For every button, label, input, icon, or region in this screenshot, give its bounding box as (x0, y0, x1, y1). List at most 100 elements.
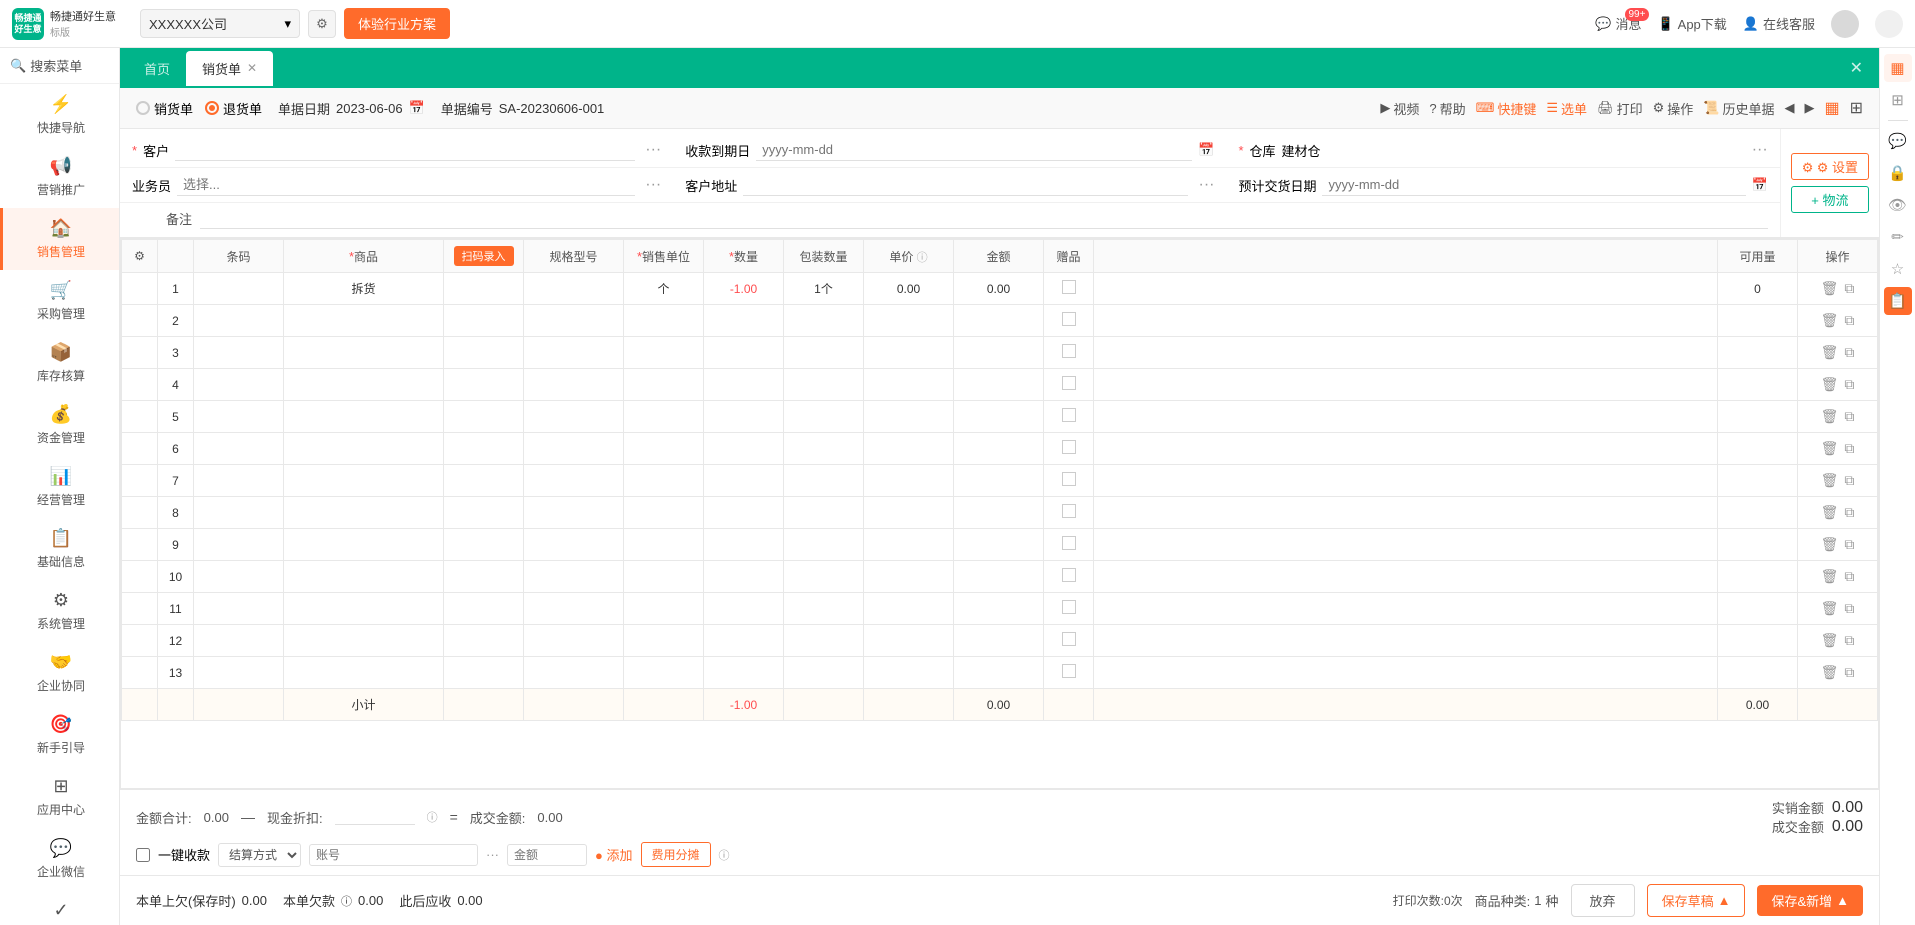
right-panel-action-icon[interactable]: 📋 (1884, 287, 1912, 315)
cell-qty-1[interactable]: -1.00 (704, 273, 784, 305)
cell-spec-1[interactable] (524, 273, 624, 305)
save-draft-button[interactable]: 保存草稿 ▲ (1647, 884, 1746, 917)
cell-product-1[interactable]: 拆货 (284, 273, 444, 305)
sidebar-item-apps[interactable]: ⊞ 应用中心 (0, 766, 119, 828)
account-input[interactable] (309, 844, 478, 866)
app-download-button[interactable]: 📱 App下载 (1657, 14, 1726, 33)
toolbar-list-icon[interactable]: ⊞ (1850, 98, 1863, 118)
toolbar-shortcut-btn[interactable]: ⌨ 快捷键 (1476, 99, 1537, 118)
price-info-icon[interactable]: ⓘ (917, 252, 928, 264)
copy-icon[interactable]: ⧉ (1844, 312, 1854, 329)
customer-addr-input[interactable] (743, 174, 1188, 196)
toolbar-grid-icon[interactable]: ▦ (1824, 98, 1839, 118)
copy-icon[interactable]: ⧉ (1844, 440, 1854, 457)
delete-icon[interactable]: 🗑 (1821, 312, 1839, 329)
one-click-payment-checkbox[interactable] (136, 848, 150, 862)
radio-return-order[interactable]: 退货单 (205, 99, 262, 118)
copy-icon-1[interactable]: ⧉ (1844, 280, 1854, 297)
sidebar-item-member[interactable]: ✓ 畅会员 (0, 890, 119, 925)
cash-discount-input[interactable] (335, 809, 415, 825)
gift-checkbox[interactable] (1062, 504, 1076, 518)
sidebar-item-guide[interactable]: 🎯 新手引导 (0, 704, 119, 766)
sidebar-item-enterprise[interactable]: 🤝 企业协同 (0, 642, 119, 704)
tab-sales-close[interactable]: ✕ (247, 61, 257, 75)
user-avatar-extra[interactable] (1875, 10, 1903, 38)
customer-more-icon[interactable]: ··· (645, 141, 661, 159)
toolbar-help-btn[interactable]: ? 帮助 (1429, 99, 1465, 118)
copy-icon[interactable]: ⧉ (1844, 408, 1854, 425)
sidebar-item-finance[interactable]: 💰 资金管理 (0, 394, 119, 456)
delete-icon[interactable]: 🗑 (1821, 376, 1839, 393)
gift-checkbox[interactable] (1062, 568, 1076, 582)
warehouse-more-icon[interactable]: ··· (1752, 141, 1768, 159)
due-date-calendar-icon[interactable]: 📅 (1198, 142, 1214, 158)
copy-icon[interactable]: ⧉ (1844, 600, 1854, 617)
gift-checkbox[interactable] (1062, 600, 1076, 614)
sidebar-item-system[interactable]: ⚙ 系统管理 (0, 580, 119, 642)
trial-button[interactable]: 体验行业方案 (344, 8, 450, 39)
toolbar-operate-btn[interactable]: ⚙ 操作 (1653, 99, 1694, 118)
gift-checkbox[interactable] (1062, 408, 1076, 422)
sidebar-item-ops[interactable]: 📊 经营管理 (0, 456, 119, 518)
sidebar-item-marketing[interactable]: 📢 营销推广 (0, 146, 119, 208)
right-panel-chat-icon[interactable]: 💬 (1884, 127, 1912, 155)
toolbar-video-btn[interactable]: ▶ 视频 (1380, 99, 1419, 118)
copy-icon[interactable]: ⧉ (1844, 664, 1854, 681)
toolbar-prev-icon[interactable]: ◀ (1784, 100, 1794, 116)
toolbar-history-btn[interactable]: 📜 历史单据 (1703, 99, 1774, 118)
cell-barcode-1[interactable] (194, 273, 284, 305)
salesman-input[interactable] (177, 174, 635, 196)
delete-icon[interactable]: 🗑 (1821, 568, 1839, 585)
delete-icon[interactable]: 🗑 (1821, 344, 1839, 361)
online-service-button[interactable]: 👤 在线客服 (1743, 14, 1815, 33)
delete-icon[interactable]: 🗑 (1821, 664, 1839, 681)
gift-checkbox[interactable] (1062, 632, 1076, 646)
delete-icon[interactable]: 🗑 (1821, 536, 1839, 553)
messages-button[interactable]: 💬 消息 99+ (1595, 14, 1641, 33)
delete-icon[interactable]: 🗑 (1821, 408, 1839, 425)
gift-checkbox[interactable] (1062, 664, 1076, 678)
gift-checkbox-1[interactable] (1062, 280, 1076, 294)
discard-button[interactable]: 放弃 (1571, 884, 1635, 917)
gift-checkbox[interactable] (1062, 536, 1076, 550)
right-panel-star-icon[interactable]: ☆ (1884, 255, 1912, 283)
delete-icon[interactable]: 🗑 (1821, 440, 1839, 457)
copy-icon[interactable]: ⧉ (1844, 376, 1854, 393)
add-button[interactable]: ● 添加 (595, 845, 633, 864)
right-panel-eye-icon[interactable]: 👁 (1884, 191, 1912, 219)
gift-checkbox[interactable] (1062, 376, 1076, 390)
sidebar-item-sales[interactable]: 🏠 销售管理 (0, 208, 119, 270)
setup-button[interactable]: ⚙ ⚙ 设置 (1791, 153, 1869, 180)
cell-unit-1[interactable]: 个 (624, 273, 704, 305)
sidebar-item-quick-nav[interactable]: ⚡ 快捷导航 (0, 84, 119, 146)
cell-pack-qty-1[interactable]: 1个 (784, 273, 864, 305)
right-panel-edit-icon[interactable]: ✏ (1884, 223, 1912, 251)
toolbar-print-btn[interactable]: 🖨 打印 (1597, 99, 1643, 118)
logistics-button[interactable]: + 物流 (1791, 186, 1869, 213)
cell-price-1[interactable]: 0.00 (864, 273, 954, 305)
sidebar-item-purchase[interactable]: 🛒 采购管理 (0, 270, 119, 332)
copy-icon[interactable]: ⧉ (1844, 472, 1854, 489)
delete-icon[interactable]: 🗑 (1821, 504, 1839, 521)
gift-checkbox[interactable] (1062, 472, 1076, 486)
company-selector[interactable]: XXXXXX公司 ▾ (140, 9, 300, 38)
salesman-more-icon[interactable]: ··· (645, 176, 661, 194)
total-owed-info-icon[interactable]: ⓘ (341, 893, 352, 909)
cell-memo-1[interactable] (1094, 273, 1718, 305)
sidebar-item-basics[interactable]: 📋 基础信息 (0, 518, 119, 580)
calendar-icon[interactable]: 📅 (409, 100, 425, 116)
tab-sales-order[interactable]: 销货单 ✕ (186, 51, 273, 86)
settings-gear-button[interactable]: ⚙ (308, 10, 336, 38)
copy-icon[interactable]: ⧉ (1844, 344, 1854, 361)
fee-info-icon[interactable]: ⓘ (719, 847, 730, 863)
customer-addr-more-icon[interactable]: ··· (1198, 176, 1214, 194)
toolbar-select-btn[interactable]: ☰ 选单 (1546, 99, 1587, 118)
expected-date-input[interactable] (1322, 174, 1745, 196)
note-input[interactable] (200, 207, 1768, 229)
expected-date-calendar-icon[interactable]: 📅 (1752, 177, 1768, 193)
account-dots[interactable]: ··· (486, 847, 499, 862)
delete-icon[interactable]: 🗑 (1821, 600, 1839, 617)
cell-gift-1[interactable] (1044, 273, 1094, 305)
copy-icon[interactable]: ⧉ (1844, 568, 1854, 585)
gift-checkbox[interactable] (1062, 344, 1076, 358)
